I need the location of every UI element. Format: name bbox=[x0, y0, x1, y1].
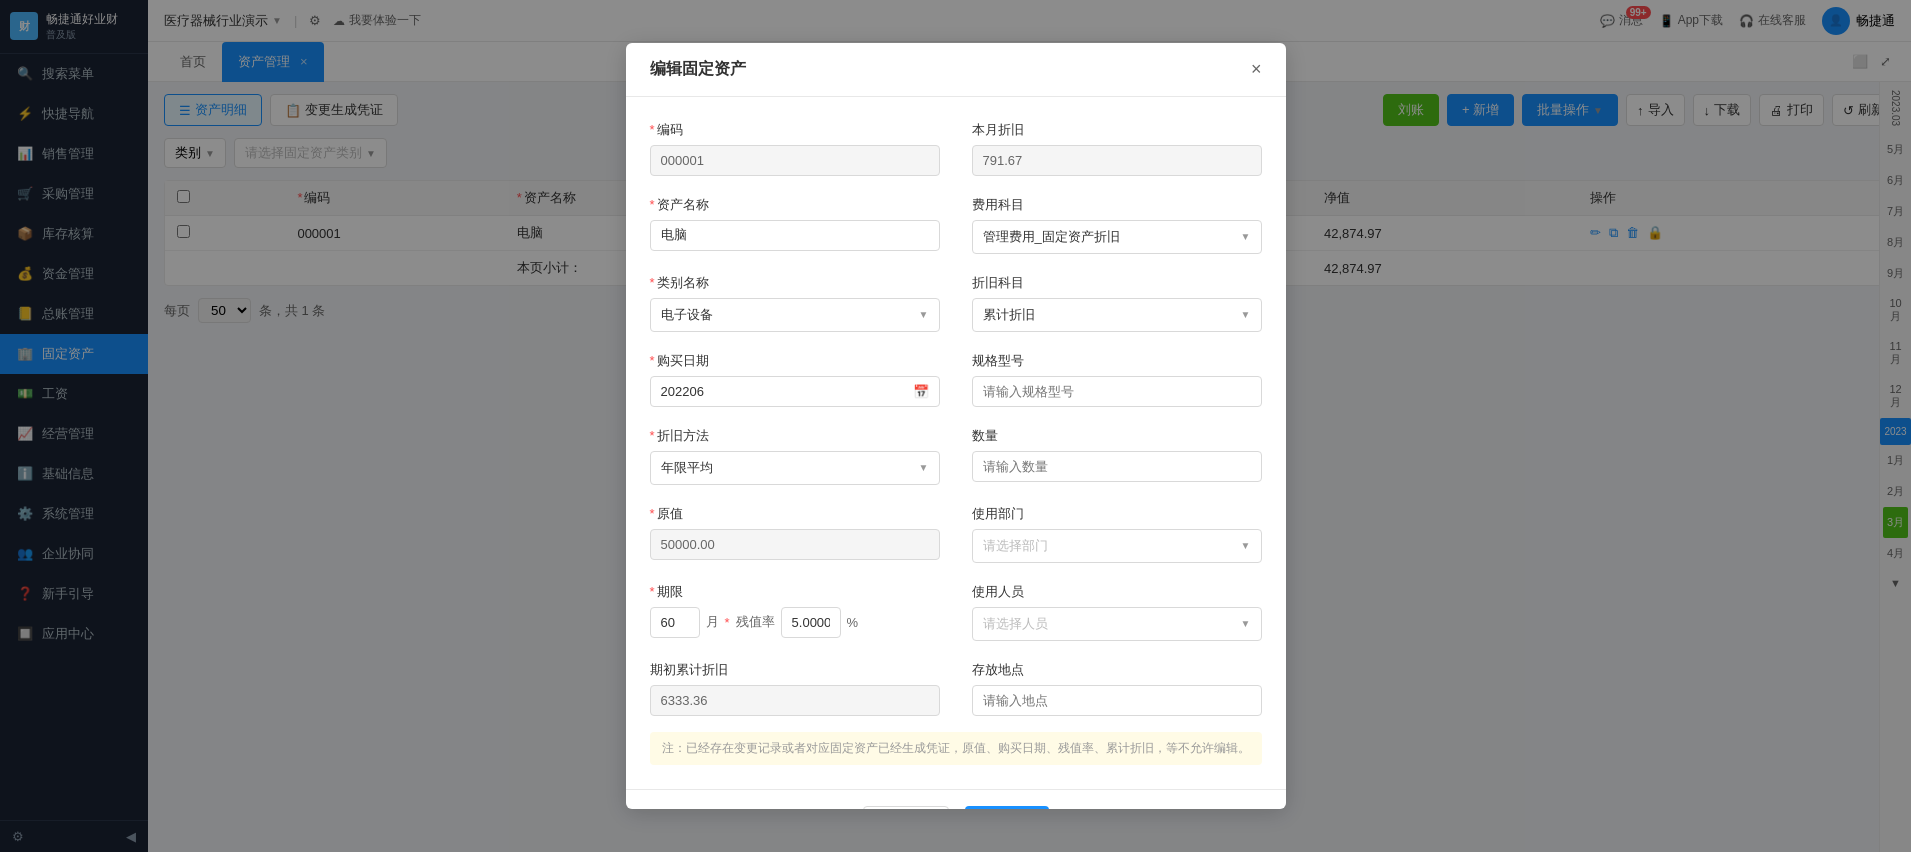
form-item-expense-subject: 费用科目 管理费用_固定资产折旧 ▼ bbox=[972, 196, 1262, 254]
location-label: 存放地点 bbox=[972, 661, 1262, 679]
residual-rate-input[interactable] bbox=[781, 607, 841, 638]
modal-overlay: 编辑固定资产 × * 编码 本月折旧 bbox=[0, 0, 1911, 852]
expense-subject-select[interactable]: 管理费用_固定资产折旧 ▼ bbox=[972, 220, 1262, 254]
chevron-down-icon: ▼ bbox=[1241, 309, 1251, 320]
department-select[interactable]: 请选择部门 ▼ bbox=[972, 529, 1262, 563]
form-item-initial-dep: 期初累计折旧 bbox=[650, 661, 940, 716]
modal-title: 编辑固定资产 bbox=[650, 59, 746, 80]
form-item-purchase-date: * 购买日期 202206 📅 bbox=[650, 352, 940, 407]
category-label: * 类别名称 bbox=[650, 274, 940, 292]
save-button[interactable]: 保存 bbox=[965, 806, 1049, 810]
monthly-dep-input bbox=[972, 145, 1262, 176]
code-label: * 编码 bbox=[650, 121, 940, 139]
purchase-date-picker[interactable]: 202206 📅 bbox=[650, 376, 940, 407]
dep-method-label: * 折旧方法 bbox=[650, 427, 940, 445]
modal-close-icon[interactable]: × bbox=[1251, 59, 1262, 80]
form-item-department: 使用部门 请选择部门 ▼ bbox=[972, 505, 1262, 563]
initial-dep-input bbox=[650, 685, 940, 716]
spec-model-label: 规格型号 bbox=[972, 352, 1262, 370]
expense-subject-label: 费用科目 bbox=[972, 196, 1262, 214]
monthly-dep-label: 本月折旧 bbox=[972, 121, 1262, 139]
calendar-icon: 📅 bbox=[913, 384, 929, 399]
asset-name-input[interactable] bbox=[650, 220, 940, 251]
dep-subject-label: 折旧科目 bbox=[972, 274, 1262, 292]
purchase-date-label: * 购买日期 bbox=[650, 352, 940, 370]
spec-model-input[interactable] bbox=[972, 376, 1262, 407]
initial-dep-label: 期初累计折旧 bbox=[650, 661, 940, 679]
category-select[interactable]: 电子设备 ▼ bbox=[650, 298, 940, 332]
form-item-period: * 期限 月 * 残值率 % bbox=[650, 583, 940, 641]
person-select[interactable]: 请选择人员 ▼ bbox=[972, 607, 1262, 641]
period-input[interactable] bbox=[650, 607, 700, 638]
form-item-spec-model: 规格型号 bbox=[972, 352, 1262, 407]
location-input[interactable] bbox=[972, 685, 1262, 716]
residual-rate-unit: % bbox=[847, 615, 859, 630]
chevron-down-icon: ▼ bbox=[919, 462, 929, 473]
dep-method-select[interactable]: 年限平均 ▼ bbox=[650, 451, 940, 485]
form-item-quantity: 数量 bbox=[972, 427, 1262, 485]
chevron-down-icon: ▼ bbox=[1241, 540, 1251, 551]
asset-name-label: * 资产名称 bbox=[650, 196, 940, 214]
code-input[interactable] bbox=[650, 145, 940, 176]
cancel-button[interactable]: 取消 bbox=[863, 806, 949, 810]
quantity-input[interactable] bbox=[972, 451, 1262, 482]
period-residual-group: 月 * 残值率 % bbox=[650, 607, 940, 638]
chevron-down-icon: ▼ bbox=[919, 309, 929, 320]
original-value-input[interactable] bbox=[650, 529, 940, 560]
modal-body: * 编码 本月折旧 * 资产名称 bbox=[626, 97, 1286, 789]
form-item-location: 存放地点 bbox=[972, 661, 1262, 716]
form-item-dep-subject: 折旧科目 累计折旧 ▼ bbox=[972, 274, 1262, 332]
residual-rate-label: 残值率 bbox=[736, 613, 775, 631]
form-item-asset-name: * 资产名称 bbox=[650, 196, 940, 254]
period-label: * 期限 bbox=[650, 583, 940, 601]
period-unit: 月 bbox=[706, 613, 719, 631]
person-label: 使用人员 bbox=[972, 583, 1262, 601]
modal-note: 注：已经存在变更记录或者对应固定资产已经生成凭证，原值、购买日期、残值率、累计折… bbox=[650, 732, 1262, 765]
form-grid: * 编码 本月折旧 * 资产名称 bbox=[650, 121, 1262, 716]
form-item-monthly-dep: 本月折旧 bbox=[972, 121, 1262, 176]
modal-footer: 取消 保存 bbox=[626, 789, 1286, 810]
form-item-person: 使用人员 请选择人员 ▼ bbox=[972, 583, 1262, 641]
modal-header: 编辑固定资产 × bbox=[626, 43, 1286, 97]
edit-asset-modal: 编辑固定资产 × * 编码 本月折旧 bbox=[626, 43, 1286, 810]
form-item-dep-method: * 折旧方法 年限平均 ▼ bbox=[650, 427, 940, 485]
form-item-category: * 类别名称 电子设备 ▼ bbox=[650, 274, 940, 332]
department-label: 使用部门 bbox=[972, 505, 1262, 523]
form-item-original-value: * 原值 bbox=[650, 505, 940, 563]
chevron-down-icon: ▼ bbox=[1241, 618, 1251, 629]
quantity-label: 数量 bbox=[972, 427, 1262, 445]
form-item-code: * 编码 bbox=[650, 121, 940, 176]
residual-rate-star: * bbox=[725, 615, 730, 630]
original-value-label: * 原值 bbox=[650, 505, 940, 523]
dep-subject-select[interactable]: 累计折旧 ▼ bbox=[972, 298, 1262, 332]
chevron-down-icon: ▼ bbox=[1241, 231, 1251, 242]
